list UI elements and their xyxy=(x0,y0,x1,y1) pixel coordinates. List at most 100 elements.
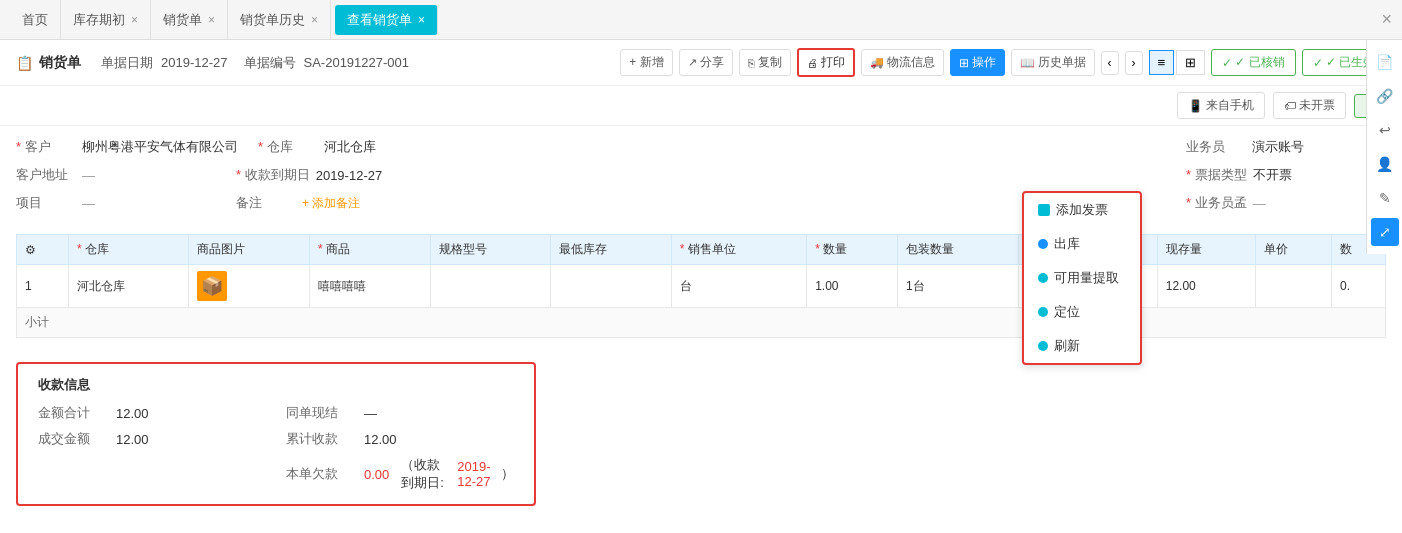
copy-button[interactable]: ⎘ 复制 xyxy=(739,49,791,76)
customer-field: 客户 柳州粤港平安气体有限公司 xyxy=(16,138,238,156)
sidebar-expand-icon[interactable]: ⤢ xyxy=(1371,218,1399,246)
payment-date-field: 收款到期日 2019-12-27 xyxy=(236,166,436,184)
gear-icon: ⚙ xyxy=(25,243,36,257)
grid-view-button[interactable]: ⊞ xyxy=(1176,50,1205,75)
print-button[interactable]: 🖨 打印 xyxy=(797,48,855,77)
logistics-button[interactable]: 🚚 物流信息 xyxy=(861,49,944,76)
form-row-2: 客户地址 — 收款到期日 2019-12-27 票据类型 不开票 xyxy=(16,166,1386,184)
add-remark-button[interactable]: + 添加备注 xyxy=(302,195,360,212)
due-date: 2019-12-27 xyxy=(457,459,493,489)
outbound-icon xyxy=(1038,239,1048,249)
share-button[interactable]: ↗ 分享 xyxy=(679,49,733,76)
salesperson-label: 业务员孟 xyxy=(1186,194,1247,212)
tab-view-sales[interactable]: 查看销货单 × xyxy=(335,5,438,35)
row-spec xyxy=(430,265,551,308)
doc-actions: + 新增 ↗ 分享 ⎘ 复制 🖨 打印 🚚 物流信息 ⊞ 操作 xyxy=(620,48,1386,77)
tab-close-history[interactable]: × xyxy=(311,13,318,27)
customer-label: 客户 xyxy=(16,138,76,156)
check2-icon: ✓ xyxy=(1313,56,1323,70)
col-img: 商品图片 xyxy=(189,235,310,265)
tab-inventory[interactable]: 库存期初 × xyxy=(61,0,151,39)
sidebar-refresh-icon[interactable]: ↩ xyxy=(1371,116,1399,144)
copy-icon: ⎘ xyxy=(748,57,755,69)
not-open-button[interactable]: 🏷 未开票 xyxy=(1273,92,1346,119)
table-header-row: ⚙ 仓库 商品图片 商品 规格型号 最低库存 销售单位 数量 包装数量 可用量（… xyxy=(17,235,1386,265)
project-field: 项目 — xyxy=(16,194,216,212)
due-label: 本单欠款 xyxy=(286,465,356,483)
tab-home[interactable]: 首页 xyxy=(10,0,61,39)
sidebar-edit-icon[interactable]: ✎ xyxy=(1371,184,1399,212)
product-img-icon: 📦 xyxy=(201,275,223,297)
row-unit: 台 xyxy=(671,265,806,308)
history-icon: 📖 xyxy=(1020,56,1035,70)
customer-value: 柳州粤港平安气体有限公司 xyxy=(82,138,238,156)
ops-icon: ⊞ xyxy=(959,56,969,70)
payment-grid: 金额合计 12.00 同单现结 — 成交金额 12.00 累计收款 12.00 … xyxy=(38,404,514,492)
col-stock: 现存量 xyxy=(1157,235,1255,265)
row-pack: 1台 xyxy=(898,265,1019,308)
col-price: 单价 xyxy=(1256,235,1332,265)
remark-label: 备注 xyxy=(236,194,296,212)
address-field: 客户地址 — xyxy=(16,166,216,184)
form-row-3: 项目 — 备注 + 添加备注 业务员孟 — xyxy=(16,194,1386,212)
tab-sales[interactable]: 销货单 × xyxy=(151,0,228,39)
history-button[interactable]: 📖 历史单据 xyxy=(1011,49,1095,76)
new-button[interactable]: + 新增 xyxy=(620,49,672,76)
from-phone-button[interactable]: 📱 来自手机 xyxy=(1177,92,1265,119)
toolbar-row: 📱 来自手机 🏷 未开票 ✓ xyxy=(0,86,1402,126)
next-button[interactable]: › xyxy=(1125,51,1143,75)
same-order-value: — xyxy=(364,406,377,421)
window-close-button[interactable]: × xyxy=(1381,9,1392,30)
col-minstock: 最低库存 xyxy=(551,235,672,265)
date-label: 单据日期 2019-12-27 xyxy=(101,54,228,72)
locate-icon xyxy=(1038,307,1048,317)
tab-history[interactable]: 销货单历史 × xyxy=(228,0,331,39)
doc-icon: 📋 xyxy=(16,55,33,71)
col-qty: 数量 xyxy=(807,235,898,265)
salesperson-value: — xyxy=(1253,196,1266,211)
product-table: ⚙ 仓库 商品图片 商品 规格型号 最低库存 销售单位 数量 包装数量 可用量（… xyxy=(16,234,1386,338)
tab-close-view[interactable]: × xyxy=(418,13,425,27)
subtotal-label: 小计 xyxy=(17,308,1386,338)
refresh-item[interactable]: 刷新 xyxy=(1024,329,1140,363)
payment-title: 收款信息 xyxy=(38,376,514,394)
staff-label: 业务员 xyxy=(1186,138,1246,156)
sidebar-user-icon[interactable]: 👤 xyxy=(1371,150,1399,178)
doc-title: 销货单 xyxy=(39,54,81,72)
available-icon xyxy=(1038,273,1048,283)
cumulative-value: 12.00 xyxy=(364,432,397,447)
logistics-icon: 🚚 xyxy=(870,56,884,69)
cumulative-label: 累计收款 xyxy=(286,430,356,448)
staff-value: 演示账号 xyxy=(1252,138,1304,156)
sidebar-doc-icon[interactable]: 📄 xyxy=(1371,48,1399,76)
address-value: — xyxy=(82,168,95,183)
transaction-row: 成交金额 12.00 xyxy=(38,430,266,448)
locate-item[interactable]: 定位 xyxy=(1024,295,1140,329)
form-row-1: 客户 柳州粤港平安气体有限公司 仓库 河北仓库 业务员 演示账号 xyxy=(16,138,1386,156)
row-img: 📦 xyxy=(189,265,310,308)
amount-total-label: 金额合计 xyxy=(38,404,108,422)
refresh-icon xyxy=(1038,341,1048,351)
project-value: — xyxy=(82,196,95,211)
table-row: 1 河北仓库 📦 嘻嘻嘻嘻 台 1.00 1台 12.00 xyxy=(17,265,1386,308)
col-product: 商品 xyxy=(310,235,431,265)
available-qty-item[interactable]: 可用量提取 xyxy=(1024,261,1140,295)
invoice-icon xyxy=(1038,204,1050,216)
tab-close-sales[interactable]: × xyxy=(208,13,215,27)
row-minstock xyxy=(551,265,672,308)
col-spec: 规格型号 xyxy=(430,235,551,265)
list-view-button[interactable]: ≡ xyxy=(1149,50,1175,75)
prev-button[interactable]: ‹ xyxy=(1101,51,1119,75)
ticket-label: 票据类型 xyxy=(1186,166,1247,184)
ops-button[interactable]: ⊞ 操作 xyxy=(950,49,1005,76)
col-gear: ⚙ xyxy=(17,235,69,265)
form-section: 客户 柳州粤港平安气体有限公司 仓库 河北仓库 业务员 演示账号 客户地址 — … xyxy=(0,126,1402,234)
sold-status-button[interactable]: ✓ ✓ 已核销 xyxy=(1211,49,1295,76)
amount-total-value: 12.00 xyxy=(116,406,149,421)
add-invoice-item[interactable]: 添加发票 xyxy=(1024,193,1140,227)
outbound-item[interactable]: 出库 xyxy=(1024,227,1140,261)
main-content: 📋 销货单 单据日期 2019-12-27 单据编号 SA-20191227-0… xyxy=(0,40,1402,533)
tab-close-inventory[interactable]: × xyxy=(131,13,138,27)
staff-field: 业务员 演示账号 xyxy=(1186,138,1386,156)
sidebar-link-icon[interactable]: 🔗 xyxy=(1371,82,1399,110)
